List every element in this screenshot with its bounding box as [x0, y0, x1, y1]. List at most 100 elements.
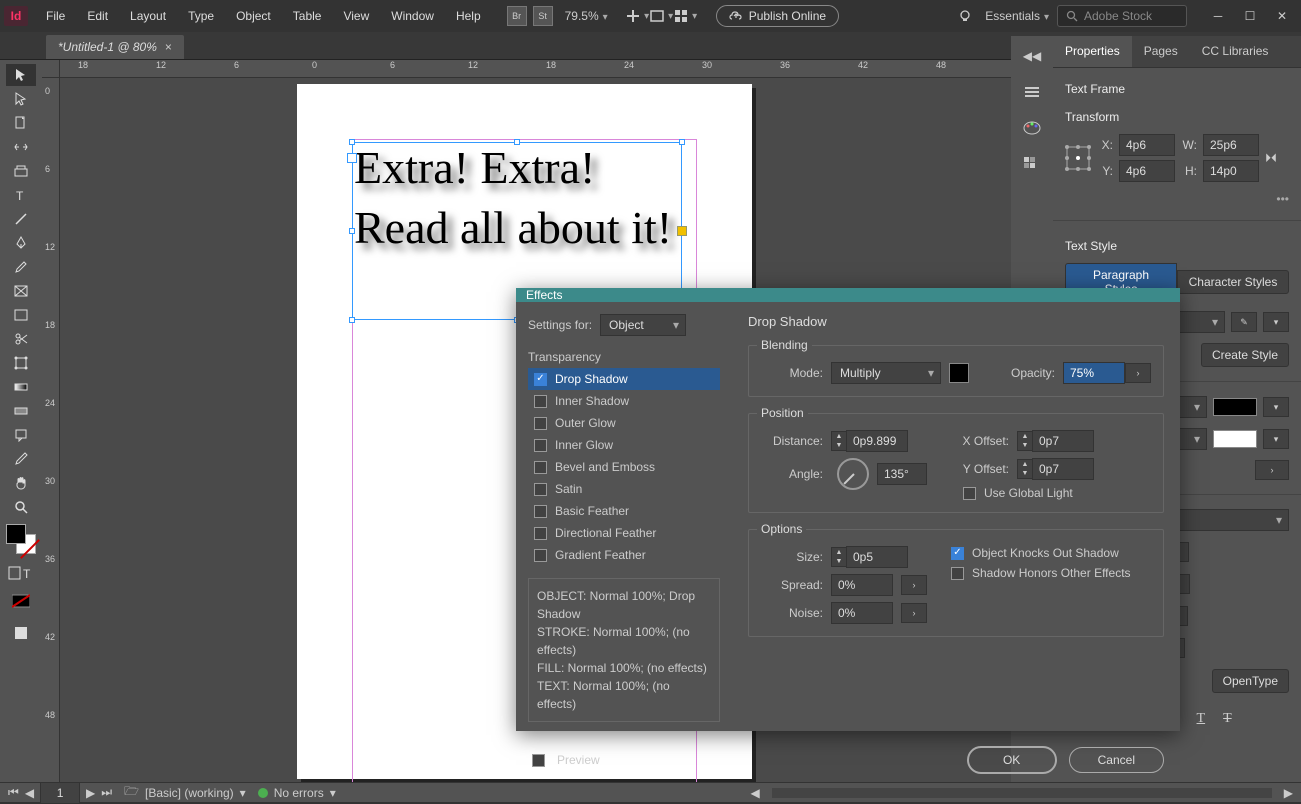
tab-properties[interactable]: Properties	[1053, 36, 1132, 67]
angle-input[interactable]	[877, 463, 927, 485]
free-transform-tool[interactable]	[6, 352, 36, 374]
selection-tool[interactable]	[6, 64, 36, 86]
overset-indicator[interactable]	[677, 226, 687, 236]
in-port[interactable]	[347, 153, 357, 163]
effect-item-outer-glow[interactable]: Outer Glow	[528, 412, 720, 434]
first-page-button[interactable]: ⏮	[8, 785, 19, 800]
chevron-down-icon[interactable]: ▾	[330, 786, 336, 800]
create-style-button[interactable]: Create Style	[1201, 343, 1289, 367]
fill-swatch-preview[interactable]	[1213, 398, 1257, 416]
spin-down[interactable]: ▼	[832, 557, 846, 566]
formatting-container-toggle[interactable]: T	[6, 562, 36, 584]
pen-tool[interactable]	[6, 232, 36, 254]
scissors-tool[interactable]	[6, 328, 36, 350]
screen-mode-icon[interactable]	[650, 4, 674, 28]
spin-up[interactable]: ▲	[832, 548, 846, 557]
arrange-icon[interactable]	[674, 4, 698, 28]
effect-item-inner-glow[interactable]: Inner Glow	[528, 434, 720, 456]
opacity-slider-icon[interactable]: ›	[1125, 363, 1151, 383]
effect-item-gradient-feather[interactable]: Gradient Feather	[528, 544, 720, 566]
next-page-button[interactable]: ▶	[86, 786, 95, 800]
menu-window[interactable]: Window	[381, 5, 444, 27]
gradient-feather-tool[interactable]	[6, 400, 36, 422]
color-icon[interactable]	[1020, 116, 1044, 140]
preview-checkbox[interactable]	[532, 754, 545, 767]
hand-tool[interactable]	[6, 472, 36, 494]
effect-item-directional-feather[interactable]: Directional Feather	[528, 522, 720, 544]
gradient-swatch-tool[interactable]	[6, 376, 36, 398]
tab-pages[interactable]: Pages	[1132, 36, 1190, 67]
settings-for-select[interactable]: Object	[600, 314, 686, 336]
distance-input[interactable]	[846, 430, 908, 452]
spin-up[interactable]: ▲	[832, 432, 846, 441]
rectangle-tool[interactable]	[6, 304, 36, 326]
blend-mode-select[interactable]: Multiply	[831, 362, 941, 384]
global-light-checkbox[interactable]	[963, 487, 976, 500]
tab-cc-libraries[interactable]: CC Libraries	[1190, 36, 1281, 67]
properties-icon[interactable]	[1020, 80, 1044, 104]
pencil-tool[interactable]	[6, 256, 36, 278]
spin-up[interactable]: ▲	[1018, 460, 1032, 469]
knocks-out-checkbox[interactable]	[951, 547, 964, 560]
type-tool[interactable]: T	[6, 184, 36, 206]
ok-button[interactable]: OK	[967, 746, 1057, 774]
menu-object[interactable]: Object	[226, 5, 281, 27]
swatch-dropdown[interactable]: ▾	[1263, 429, 1289, 449]
effect-checkbox[interactable]	[534, 373, 547, 386]
spread-input[interactable]	[831, 574, 893, 596]
honors-checkbox[interactable]	[951, 567, 964, 580]
last-page-button[interactable]: ⏭	[101, 785, 112, 800]
menu-type[interactable]: Type	[178, 5, 224, 27]
menu-layout[interactable]: Layout	[120, 5, 176, 27]
spin-down[interactable]: ▼	[832, 441, 846, 450]
noise-input[interactable]	[831, 602, 893, 624]
expand-panel-icon[interactable]: ◀◀	[1020, 44, 1044, 68]
horizontal-ruler[interactable]: 18 12 6 0 6 12 18 24 30 36 42 48	[60, 60, 1011, 78]
dialog-title-bar[interactable]: Effects	[516, 288, 1180, 302]
publish-online-button[interactable]: Publish Online	[716, 5, 839, 27]
more-icon[interactable]: ›	[1255, 460, 1289, 480]
effect-item-basic-feather[interactable]: Basic Feather	[528, 500, 720, 522]
stroke-swatch-preview[interactable]	[1213, 430, 1257, 448]
stock-icon[interactable]: St	[533, 6, 553, 26]
eyedropper-tool[interactable]	[6, 448, 36, 470]
menu-help[interactable]: Help	[446, 5, 491, 27]
underline-icon[interactable]: T	[1197, 711, 1206, 727]
window-minimize-button[interactable]: ─	[1203, 6, 1233, 26]
effect-checkbox[interactable]	[534, 549, 547, 562]
lightbulb-icon[interactable]	[953, 4, 977, 28]
chevron-down-icon[interactable]: ▾	[240, 786, 246, 800]
effect-checkbox[interactable]	[534, 395, 547, 408]
effect-item-satin[interactable]: Satin	[528, 478, 720, 500]
menu-edit[interactable]: Edit	[77, 5, 118, 27]
gap-tool[interactable]	[6, 136, 36, 158]
constrain-icon[interactable]: ⏵⏴	[1265, 151, 1277, 166]
effect-checkbox[interactable]	[534, 505, 547, 518]
page-number-input[interactable]	[40, 782, 80, 804]
zoom-select[interactable]: 79.5%	[565, 9, 608, 23]
effect-checkbox[interactable]	[534, 527, 547, 540]
yoffset-input[interactable]	[1032, 458, 1094, 480]
spin-up[interactable]: ▲	[1018, 432, 1032, 441]
prev-page-button[interactable]: ◀	[25, 786, 34, 800]
h-input[interactable]	[1203, 160, 1259, 182]
view-options-icon[interactable]	[626, 4, 650, 28]
workspace-select[interactable]: Essentials	[985, 9, 1049, 23]
menu-file[interactable]: File	[36, 5, 75, 27]
open-icon[interactable]: 🗁	[124, 782, 139, 803]
horizontal-scrollbar[interactable]	[772, 788, 1272, 798]
adobe-stock-search[interactable]: Adobe Stock	[1057, 5, 1187, 27]
window-close-button[interactable]: ✕	[1267, 6, 1297, 26]
effect-checkbox[interactable]	[534, 439, 547, 452]
fill-swatch[interactable]	[6, 524, 26, 544]
opacity-input[interactable]	[1063, 362, 1125, 384]
opentype-button[interactable]: OpenType	[1212, 669, 1289, 693]
more-options-icon[interactable]: •••	[1065, 192, 1289, 206]
direct-selection-tool[interactable]	[6, 88, 36, 110]
zoom-tool[interactable]	[6, 496, 36, 518]
content-collector-tool[interactable]	[6, 160, 36, 182]
apply-color-button[interactable]	[6, 590, 36, 612]
cancel-button[interactable]: Cancel	[1069, 747, 1164, 773]
spin-down[interactable]: ▼	[1018, 469, 1032, 478]
page-tool[interactable]	[6, 112, 36, 134]
